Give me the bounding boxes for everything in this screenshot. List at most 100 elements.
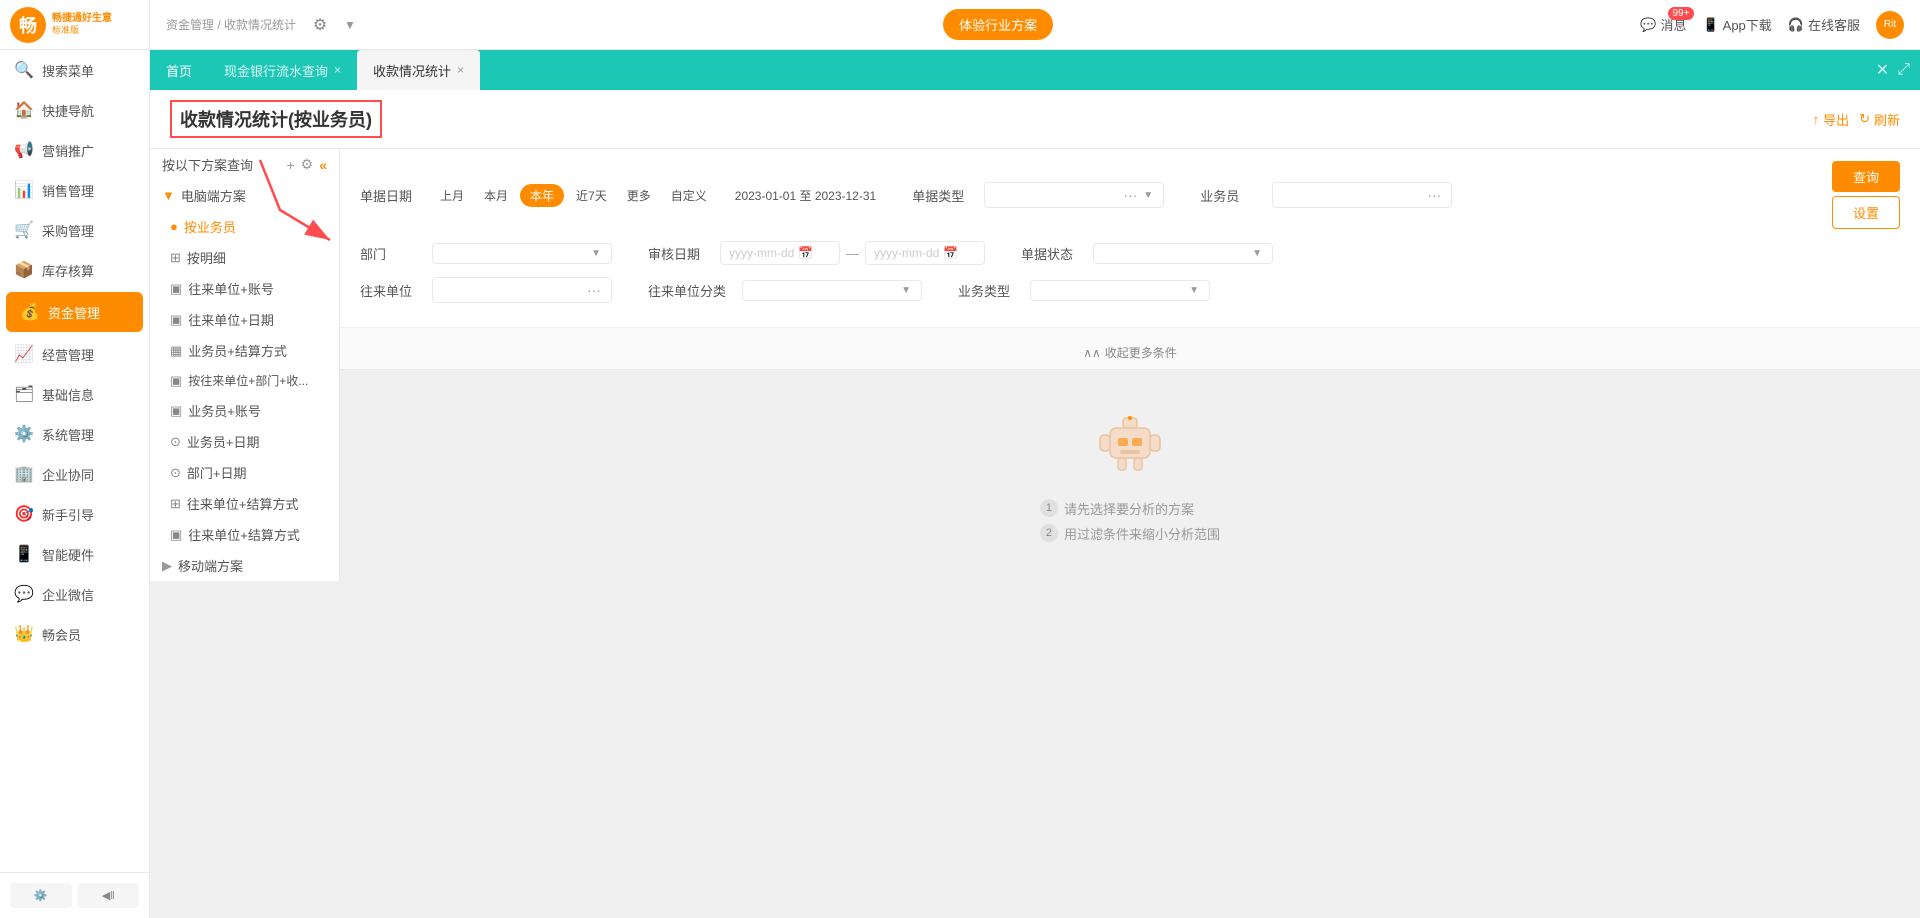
desktop-scheme-parent[interactable]: ▼ 电脑端方案 <box>150 180 339 211</box>
voucher-type-select[interactable]: ··· ▼ <box>984 182 1164 208</box>
enterprise-icon: 🏢 <box>14 464 34 484</box>
filter-scheme-row: 按以下方案查询 + ⚙ « <box>150 149 1920 581</box>
scheme-cp-settle2[interactable]: ▣ 往来单位+结算方式 <box>150 519 339 550</box>
add-scheme-button[interactable]: + <box>286 156 294 173</box>
collapse-arrow-icon: ▼ <box>162 188 175 203</box>
scheme-detail-icon: ⊞ <box>170 250 181 266</box>
scheme-sm-date-icon: ⊙ <box>170 434 181 450</box>
scheme-by-salesman[interactable]: ● 按业务员 <box>150 211 339 242</box>
query-button[interactable]: 查询 <box>1832 161 1900 192</box>
scheme-salesman-account[interactable]: ▣ 业务员+账号 <box>150 395 339 426</box>
sidebar-item-operations[interactable]: 📈 经营管理 <box>0 334 149 374</box>
scheme-by-detail[interactable]: ⊞ 按明细 <box>150 242 339 273</box>
main-area: 资金管理 / 收款情况统计 ⚙ ▼ 体验行业方案 💬 消息 99+ 📱 App下… <box>150 0 1920 918</box>
system-icon: ⚙️ <box>14 424 34 444</box>
sidebar-item-sales[interactable]: 📊 销售管理 <box>0 170 149 210</box>
refresh-icon: ↻ <box>1859 111 1870 127</box>
voucher-status-select[interactable]: ▼ <box>1093 243 1273 264</box>
empty-state: 1 请先选择要分析的方案 2 用过滤条件来缩小分析范围 <box>1040 403 1220 549</box>
scheme-salesman-date[interactable]: ⊙ 业务员+日期 <box>150 426 339 457</box>
review-date-range: yyyy-mm-dd 📅 — yyyy-mm-dd 📅 <box>720 241 985 265</box>
header-settings-button[interactable]: ⚙ <box>306 11 334 39</box>
sidebar-item-wechat[interactable]: 💬 企业微信 <box>0 574 149 614</box>
page-content: 收款情况统计(按业务员) ↑ 导出 ↻ 刷新 按以下方案查询 + <box>150 90 1920 918</box>
salesman-label: 业务员 <box>1200 186 1256 205</box>
sidebar-item-purchase[interactable]: 🛒 采购管理 <box>0 210 149 250</box>
sidebar-item-quicknav[interactable]: 🏠 快捷导航 <box>0 90 149 130</box>
message-badge: 99+ <box>1668 7 1695 20</box>
date-tab-last-month[interactable]: 上月 <box>432 184 472 207</box>
filter-settings-button[interactable]: 设置 <box>1832 196 1900 229</box>
trial-button[interactable]: 体验行业方案 <box>943 9 1053 40</box>
calendar-icon: 📅 <box>798 246 813 260</box>
basicinfo-icon: 🗂 <box>14 384 34 404</box>
date-tab-this-month[interactable]: 本月 <box>476 184 516 207</box>
review-date-from-input[interactable]: yyyy-mm-dd 📅 <box>720 241 840 265</box>
scheme-cp-settle1-icon: ⊞ <box>170 496 181 512</box>
sidebar-collapse-button[interactable]: ◀‖ <box>78 883 140 908</box>
scheme-cp-acct-icon: ▣ <box>170 281 182 297</box>
refresh-button[interactable]: ↻ 刷新 <box>1859 110 1900 129</box>
review-date-to-input[interactable]: yyyy-mm-dd 📅 <box>865 241 985 265</box>
tab-receipt-stats[interactable]: 收款情况统计 × <box>357 50 480 90</box>
close-receipt-stats-icon[interactable]: × <box>457 63 464 77</box>
breadcrumb: 资金管理 / 收款情况统计 <box>166 16 296 33</box>
sidebar-item-inventory[interactable]: 📦 库存核算 <box>0 250 149 290</box>
sidebar-item-search[interactable]: 🔍 搜索菜单 <box>0 50 149 90</box>
home-icon: 🏠 <box>14 100 34 120</box>
logo-icon: 畅 <box>10 7 46 43</box>
sidebar-item-basicinfo[interactable]: 🗂 基础信息 <box>0 374 149 414</box>
member-icon: 👑 <box>14 624 34 644</box>
filter-section: 单据日期 上月 本月 本年 近7天 更多 自定义 2023-01-01 至 20… <box>340 149 1920 370</box>
date-tab-7days[interactable]: 近7天 <box>568 184 615 207</box>
scheme-settings-button[interactable]: ⚙ <box>301 156 314 173</box>
sidebar-item-hardware[interactable]: 📱 智能硬件 <box>0 534 149 574</box>
collapse-more-button[interactable]: ∧∧ 收起更多条件 <box>1083 344 1177 361</box>
scheme-dept-date[interactable]: ⊙ 部门+日期 <box>150 457 339 488</box>
counterparty-category-select[interactable]: ▼ <box>742 280 922 301</box>
scheme-cp-dept-receipt[interactable]: ▣ 按往来单位+部门+收... <box>150 366 339 395</box>
sidebar-settings-button[interactable]: ⚙️ <box>10 883 72 908</box>
scheme-counterparty-account[interactable]: ▣ 往来单位+账号 <box>150 273 339 304</box>
online-service-item[interactable]: 🎧 在线客服 <box>1788 15 1860 34</box>
date-tab-custom[interactable]: 自定义 <box>663 184 715 207</box>
sidebar-item-member[interactable]: 👑 畅会员 <box>0 614 149 654</box>
user-avatar[interactable]: Rit <box>1876 11 1904 39</box>
sidebar-item-newbie[interactable]: 🎯 新手引导 <box>0 494 149 534</box>
sidebar-item-system[interactable]: ⚙️ 系统管理 <box>0 414 149 454</box>
biz-type-select[interactable]: ▼ <box>1030 280 1210 301</box>
mobile-arrow-icon: ▶ <box>162 558 172 574</box>
calendar-end-icon: 📅 <box>943 246 958 260</box>
dept-select[interactable]: ▼ <box>432 243 612 264</box>
collapse-icon: ∧∧ <box>1083 346 1101 360</box>
sidebar-item-marketing[interactable]: 📢 营销推广 <box>0 130 149 170</box>
page-header: 收款情况统计(按业务员) ↑ 导出 ↻ 刷新 <box>150 90 1920 149</box>
message-item[interactable]: 💬 消息 99+ <box>1640 15 1686 34</box>
tab-bank-flow[interactable]: 现金银行流水查询 × <box>208 50 357 90</box>
inventory-icon: 📦 <box>14 260 34 280</box>
tab-home[interactable]: 首页 <box>150 50 208 90</box>
step-1-number: 1 <box>1040 499 1058 517</box>
export-icon: ↑ <box>1813 112 1820 127</box>
wechat-icon: 💬 <box>14 584 34 604</box>
scheme-counterparty-date[interactable]: ▣ 往来单位+日期 <box>150 304 339 335</box>
tab-bar: 首页 现金银行流水查询 × 收款情况统计 × ✕ ⤢ <box>150 50 1920 90</box>
date-tab-this-year[interactable]: 本年 <box>520 184 564 207</box>
scheme-collapse-button[interactable]: « <box>319 156 327 173</box>
date-tab-more[interactable]: 更多 <box>619 184 659 207</box>
sidebar-item-enterprise[interactable]: 🏢 企业协同 <box>0 454 149 494</box>
filter-row-3: 往来单位 ··· 往来单位分类 ▼ 业务类型 <box>360 277 1900 303</box>
chevron-down-icon: ▼ <box>1143 190 1153 201</box>
app-download-item[interactable]: 📱 App下载 <box>1702 15 1771 34</box>
tab-maximize-icon[interactable]: ⤢ <box>1897 61 1910 79</box>
tab-close-window-icon[interactable]: ✕ <box>1876 60 1889 80</box>
scheme-cp-settle1[interactable]: ⊞ 往来单位+结算方式 <box>150 488 339 519</box>
salesman-select[interactable]: ··· <box>1272 182 1452 208</box>
close-bank-flow-icon[interactable]: × <box>334 63 341 77</box>
counterparty-select[interactable]: ··· <box>432 277 612 303</box>
sidebar-item-funds[interactable]: 💰 资金管理 <box>6 292 143 332</box>
scheme-salesman-settle[interactable]: ▦ 业务员+结算方式 <box>150 335 339 366</box>
export-button[interactable]: ↑ 导出 <box>1813 110 1850 129</box>
mobile-scheme-parent[interactable]: ▶ 移动端方案 <box>150 550 339 581</box>
scheme-sm-settle-icon: ▦ <box>170 343 182 359</box>
